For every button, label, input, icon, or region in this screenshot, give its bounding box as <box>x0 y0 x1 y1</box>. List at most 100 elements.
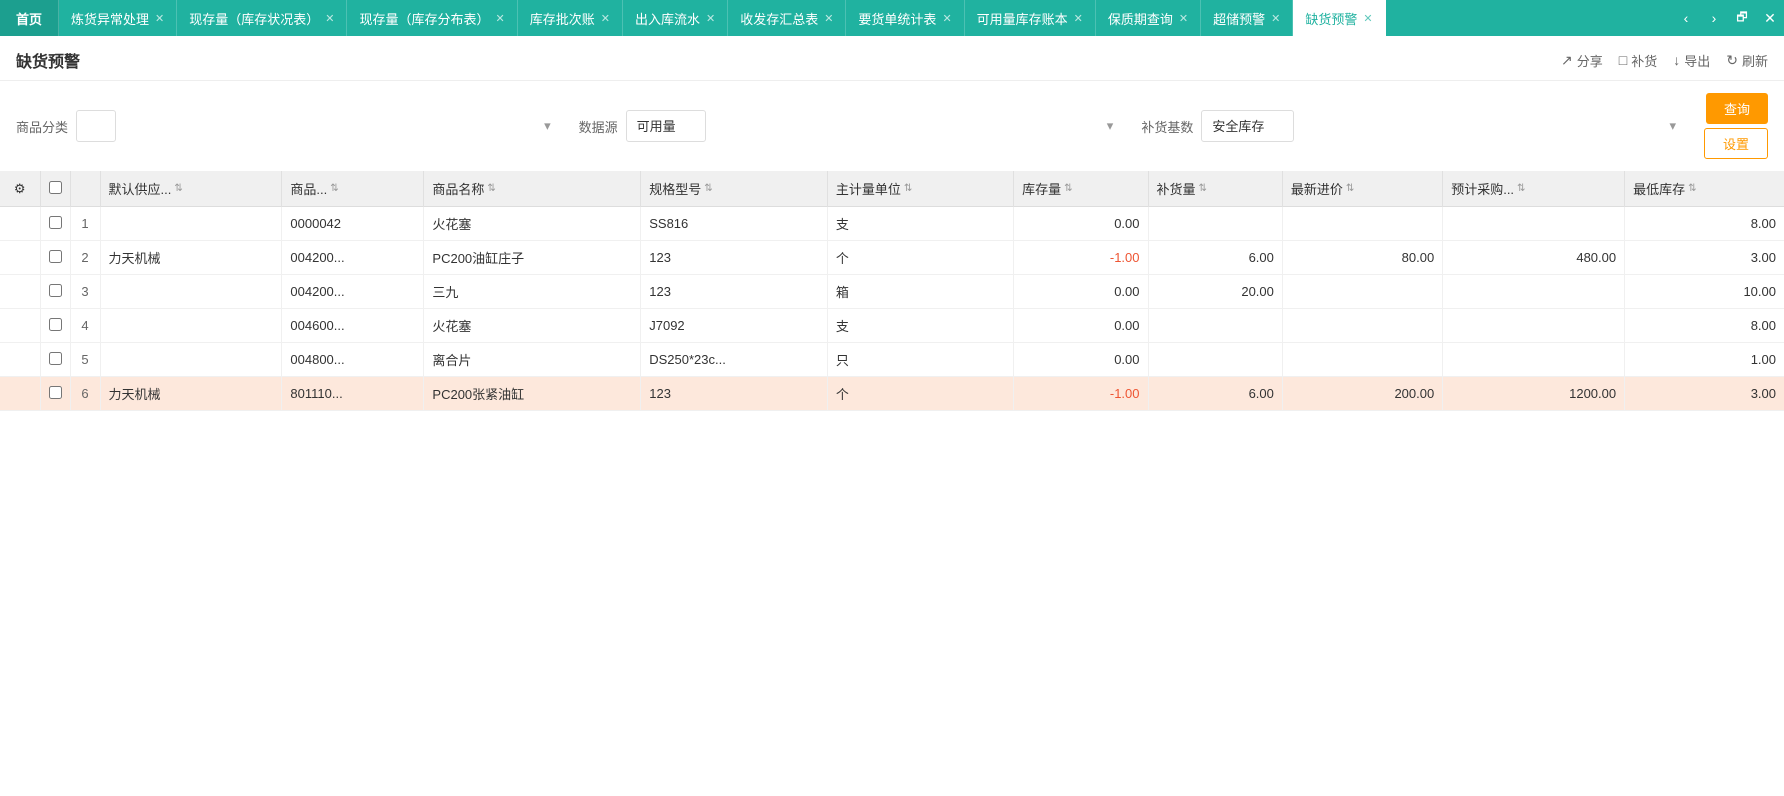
page-header: 缺货预警 ↗ 分享 □ 补货 ↓ 导出 ↻ 刷新 <box>0 36 1784 81</box>
select-all-checkbox[interactable] <box>49 181 62 194</box>
row-unit-cell: 只 <box>827 343 1013 377</box>
data-table: ⚙ 默认供应... ⇅ 商品... ⇅ <box>0 171 1784 411</box>
row-price-cell <box>1282 309 1442 343</box>
close-tab-6[interactable]: ✕ <box>824 12 833 25</box>
row-price-cell: 80.00 <box>1282 241 1442 275</box>
close-tab-7[interactable]: ✕ <box>942 12 951 25</box>
category-select[interactable] <box>76 110 116 142</box>
nav-tab-8[interactable]: 可用量库存账本 ✕ <box>965 0 1096 36</box>
row-est-cell <box>1443 207 1625 241</box>
share-button[interactable]: ↗ 分享 <box>1561 51 1603 70</box>
th-product-code[interactable]: 商品... ⇅ <box>282 171 424 207</box>
row-checkbox-4[interactable] <box>49 352 62 365</box>
nav-tab-2[interactable]: 现存量（库存状况表） ✕ <box>177 0 347 36</box>
row-unit-cell: 支 <box>827 309 1013 343</box>
row-minstock-cell: 3.00 <box>1625 241 1784 275</box>
th-est-purchase[interactable]: 预计采购... ⇅ <box>1443 171 1625 207</box>
table-row: 6 力天机械 801110... PC200张紧油缸 123 个 -1.00 6… <box>0 377 1784 411</box>
row-stock-cell: -1.00 <box>1014 241 1148 275</box>
row-checkbox-cell[interactable] <box>40 275 70 309</box>
row-replenish-cell <box>1148 309 1282 343</box>
th-spec[interactable]: 规格型号 ⇅ <box>641 171 828 207</box>
row-checkbox-3[interactable] <box>49 318 62 331</box>
table-row: 3 004200... 三九 123 箱 0.00 20.00 10.00 <box>0 275 1784 309</box>
row-spec-cell: SS816 <box>641 207 828 241</box>
sort-icon-replenish: ⇅ <box>1199 183 1207 194</box>
row-checkbox-5[interactable] <box>49 386 62 399</box>
close-tab-11[interactable]: ✕ <box>1363 12 1372 25</box>
restore-window-btn[interactable]: 🗗 <box>1728 0 1756 36</box>
th-product-name[interactable]: 商品名称 ⇅ <box>424 171 641 207</box>
table-row: 2 力天机械 004200... PC200油缸庄子 123 个 -1.00 6… <box>0 241 1784 275</box>
row-checkbox-1[interactable] <box>49 250 62 263</box>
close-tab-4[interactable]: ✕ <box>601 12 610 25</box>
th-replenish[interactable]: 补货量 ⇅ <box>1148 171 1282 207</box>
table-header-row: ⚙ 默认供应... ⇅ 商品... ⇅ <box>0 171 1784 207</box>
row-checkbox-cell[interactable] <box>40 241 70 275</box>
sort-icon-unit: ⇅ <box>904 183 912 194</box>
nav-tab-10[interactable]: 超储预警 ✕ <box>1201 0 1293 36</box>
row-est-cell: 480.00 <box>1443 241 1625 275</box>
row-gear-cell <box>0 207 40 241</box>
row-unit-cell: 支 <box>827 207 1013 241</box>
row-spec-cell: 123 <box>641 377 828 411</box>
top-nav: 首页 炼货异常处理 ✕ 现存量（库存状况表） ✕ 现存量（库存分布表） ✕ 库存… <box>0 0 1784 36</box>
row-num-cell: 2 <box>70 241 100 275</box>
row-checkbox-cell[interactable] <box>40 343 70 377</box>
nav-tab-6[interactable]: 收发存汇总表 ✕ <box>728 0 846 36</box>
category-filter-group: 商品分类 <box>16 110 559 142</box>
row-est-cell <box>1443 275 1625 309</box>
nav-arrow-right[interactable]: › <box>1700 0 1728 36</box>
datasource-filter-label: 数据源 <box>579 117 618 136</box>
table-row: 4 004600... 火花塞 J7092 支 0.00 8.00 <box>0 309 1784 343</box>
close-tab-8[interactable]: ✕ <box>1074 12 1083 25</box>
close-tab-1[interactable]: ✕ <box>155 12 164 25</box>
row-checkbox-cell[interactable] <box>40 377 70 411</box>
th-supplier[interactable]: 默认供应... ⇅ <box>100 171 282 207</box>
export-button[interactable]: ↓ 导出 <box>1673 51 1710 70</box>
sort-icon-stock: ⇅ <box>1064 183 1072 194</box>
row-checkbox-2[interactable] <box>49 284 62 297</box>
close-tab-5[interactable]: ✕ <box>706 12 715 25</box>
datasource-select[interactable]: 可用量 <box>626 110 706 142</box>
row-code-cell: 004600... <box>282 309 424 343</box>
nav-tab-7[interactable]: 要货单统计表 ✕ <box>846 0 964 36</box>
row-unit-cell: 箱 <box>827 275 1013 309</box>
th-unit[interactable]: 主计量单位 ⇅ <box>827 171 1013 207</box>
close-window-btn[interactable]: ✕ <box>1756 0 1784 36</box>
row-minstock-cell: 1.00 <box>1625 343 1784 377</box>
close-tab-3[interactable]: ✕ <box>496 12 505 25</box>
nav-tab-home[interactable]: 首页 <box>0 0 59 36</box>
row-checkbox-cell[interactable] <box>40 207 70 241</box>
close-tab-10[interactable]: ✕ <box>1271 12 1280 25</box>
nav-tab-5[interactable]: 出入库流水 ✕ <box>623 0 728 36</box>
query-button[interactable]: 查询 <box>1706 93 1768 124</box>
nav-tab-9[interactable]: 保质期查询 ✕ <box>1096 0 1201 36</box>
close-tab-2[interactable]: ✕ <box>325 12 334 25</box>
row-replenish-cell <box>1148 343 1282 377</box>
row-gear-cell <box>0 343 40 377</box>
row-name-cell: PC200油缸庄子 <box>424 241 641 275</box>
close-tab-9[interactable]: ✕ <box>1179 12 1188 25</box>
th-stock[interactable]: 库存量 ⇅ <box>1014 171 1148 207</box>
row-stock-cell: 0.00 <box>1014 275 1148 309</box>
th-latest-price[interactable]: 最新进价 ⇅ <box>1282 171 1442 207</box>
nav-tab-1[interactable]: 炼货异常处理 ✕ <box>59 0 177 36</box>
nav-tab-11[interactable]: 缺货预警 ✕ <box>1293 0 1385 36</box>
refresh-button[interactable]: ↻ 刷新 <box>1726 51 1768 70</box>
nav-arrow-left[interactable]: ‹ <box>1672 0 1700 36</box>
settings-button[interactable]: 设置 <box>1704 128 1768 159</box>
replenish-base-select[interactable]: 安全库存 <box>1201 110 1294 142</box>
table-row: 5 004800... 离合片 DS250*23c... 只 0.00 1.00 <box>0 343 1784 377</box>
datasource-select-wrapper: 可用量 <box>626 110 1122 142</box>
row-code-cell: 004200... <box>282 275 424 309</box>
nav-tab-4[interactable]: 库存批次账 ✕ <box>518 0 623 36</box>
nav-tab-3[interactable]: 现存量（库存分布表） ✕ <box>347 0 517 36</box>
row-checkbox-cell[interactable] <box>40 309 70 343</box>
row-checkbox-0[interactable] <box>49 216 62 229</box>
row-stock-cell: 0.00 <box>1014 207 1148 241</box>
th-gear[interactable]: ⚙ <box>0 171 40 207</box>
th-checkbox <box>40 171 70 207</box>
th-min-stock[interactable]: 最低库存 ⇅ <box>1625 171 1784 207</box>
replenish-button[interactable]: □ 补货 <box>1619 51 1657 70</box>
